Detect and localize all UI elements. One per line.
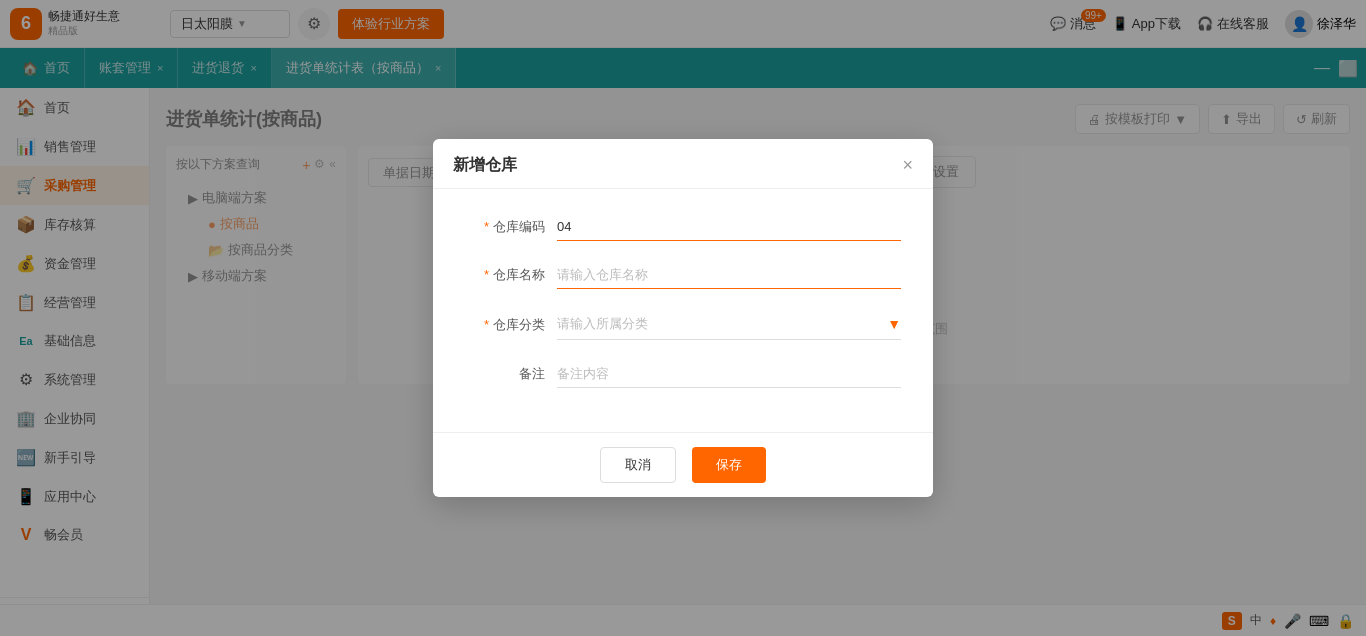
code-label: *仓库编码 bbox=[465, 218, 545, 236]
category-label: *仓库分类 bbox=[465, 316, 545, 334]
category-field[interactable]: 请输入所属分类 ▼ bbox=[557, 309, 901, 340]
note-input[interactable] bbox=[557, 360, 901, 388]
category-required-mark: * bbox=[484, 317, 489, 332]
name-field bbox=[557, 261, 901, 289]
category-dropdown-arrow[interactable]: ▼ bbox=[887, 316, 901, 332]
dialog-title: 新增仓库 bbox=[453, 155, 517, 176]
name-required-mark: * bbox=[484, 267, 489, 282]
form-row-category: *仓库分类 请输入所属分类 ▼ bbox=[465, 309, 901, 340]
dialog-header: 新增仓库 × bbox=[433, 139, 933, 189]
form-row-name: *仓库名称 bbox=[465, 261, 901, 289]
new-warehouse-dialog: 新增仓库 × *仓库编码 *仓库名称 bbox=[433, 139, 933, 497]
code-input[interactable] bbox=[557, 213, 901, 241]
save-button[interactable]: 保存 bbox=[692, 447, 766, 483]
note-field bbox=[557, 360, 901, 388]
cancel-button[interactable]: 取消 bbox=[600, 447, 676, 483]
code-field bbox=[557, 213, 901, 241]
name-input[interactable] bbox=[557, 261, 901, 289]
code-required-mark: * bbox=[484, 219, 489, 234]
dialog-footer: 取消 保存 bbox=[433, 432, 933, 497]
dialog-body: *仓库编码 *仓库名称 *仓库分类 bbox=[433, 189, 933, 432]
form-row-note: 备注 bbox=[465, 360, 901, 388]
dialog-close-button[interactable]: × bbox=[902, 155, 913, 176]
category-placeholder: 请输入所属分类 bbox=[557, 315, 887, 333]
modal-overlay: 新增仓库 × *仓库编码 *仓库名称 bbox=[0, 0, 1366, 636]
note-label: 备注 bbox=[465, 365, 545, 383]
form-row-code: *仓库编码 bbox=[465, 213, 901, 241]
name-label: *仓库名称 bbox=[465, 266, 545, 284]
